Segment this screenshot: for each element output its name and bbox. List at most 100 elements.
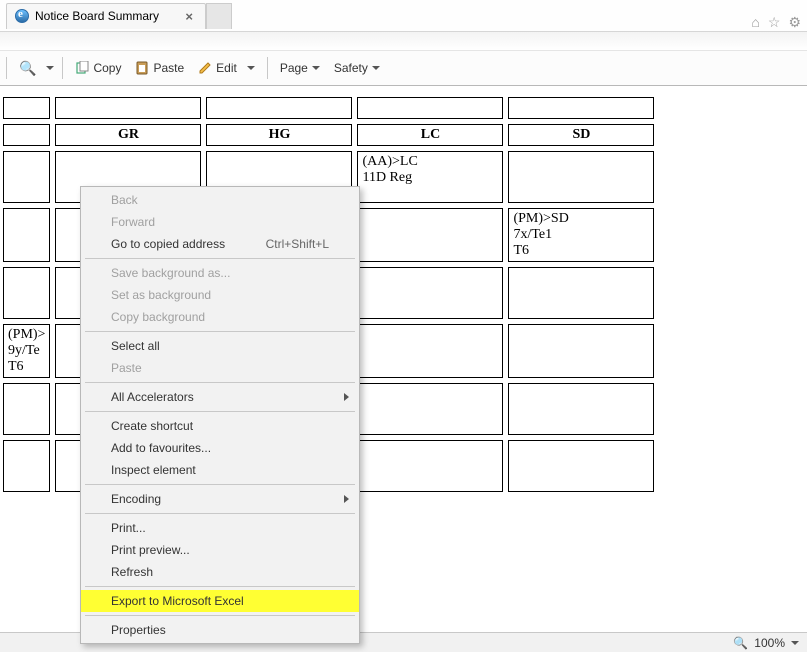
page-dropdown-icon [312,66,320,70]
tab-notice-board-summary[interactable]: Notice Board Summary × [6,3,206,29]
menu-divider [85,258,355,259]
menu-item-all-accelerators[interactable]: All Accelerators [81,386,359,408]
table-cell: (PM)> 9y/Te T6 [3,324,50,378]
menu-item-label: Set as background [111,288,211,302]
col-header-hg: HG [206,124,352,146]
menu-divider [85,411,355,412]
menu-item-inspect-element[interactable]: Inspect element [81,459,359,481]
menu-item-label: Encoding [111,492,161,506]
favorites-icon[interactable]: ☆ [768,14,781,31]
menu-item-label: Export to Microsoft Excel [111,594,244,608]
menu-item-label: Save background as... [111,266,230,280]
safety-dropdown-icon [372,66,380,70]
copy-icon [75,61,89,75]
menu-item-label: Back [111,193,138,207]
paste-icon [135,61,149,75]
table-cell [357,208,503,262]
table-cell [3,267,50,319]
menu-item-label: Inspect element [111,463,196,477]
col-header-gr: GR [55,124,201,146]
menu-item-create-shortcut[interactable]: Create shortcut [81,415,359,437]
paste-label: Paste [153,61,184,75]
menu-item-select-all[interactable]: Select all [81,335,359,357]
table-cell [357,440,503,492]
table-cell [508,383,654,435]
tab-close-button[interactable]: × [181,9,197,24]
new-tab-button[interactable] [206,3,232,29]
zoom-button[interactable]: 🔍 [15,58,40,79]
cell-blank [357,97,503,119]
menu-item-label: Create shortcut [111,419,193,433]
copy-button[interactable]: Copy [71,59,125,77]
menu-item-label: Paste [111,361,142,375]
menu-item-print[interactable]: Print... [81,517,359,539]
edit-dropdown-icon [247,66,255,70]
menu-item-label: Print... [111,521,146,535]
edit-label: Edit [216,61,237,75]
magnifier-icon: 🔍 [733,636,748,650]
table-cell [357,324,503,378]
menu-item-go-to-copied-address[interactable]: Go to copied addressCtrl+Shift+L [81,233,359,255]
table-cell [508,440,654,492]
menu-item-label: Add to favourites... [111,441,211,455]
zoom-dropdown-icon[interactable] [791,641,799,645]
menu-divider [85,513,355,514]
table-cell [357,267,503,319]
table-cell [3,208,50,262]
menu-item-export-to-microsoft-excel[interactable]: Export to Microsoft Excel [81,590,359,612]
cell-blank [508,97,654,119]
menu-item-label: Select all [111,339,160,353]
menu-item-label: Refresh [111,565,153,579]
paste-button[interactable]: Paste [131,59,188,77]
table-cell: (AA)>LC 11D Reg [357,151,503,203]
tabstrip: Notice Board Summary × [0,0,807,32]
safety-label: Safety [334,61,368,75]
ie-icon [15,9,29,23]
zoom-dropdown[interactable] [46,66,54,70]
menu-item-forward: Forward [81,211,359,233]
context-menu: Back Forward Go to copied addressCtrl+Shif… [80,186,360,644]
menu-item-print-preview[interactable]: Print preview... [81,539,359,561]
col-header-lc: LC [357,124,503,146]
table-cell [508,151,654,203]
zoom-level: 100% [754,636,785,650]
table-cell [357,383,503,435]
menu-item-properties[interactable]: Properties [81,619,359,641]
table-cell [3,383,50,435]
menu-item-back: Back [81,189,359,211]
home-icon[interactable]: ⌂ [751,14,759,31]
menu-divider [85,331,355,332]
menu-item-label: Forward [111,215,155,229]
menu-item-copy-background: Copy background [81,306,359,328]
menu-item-refresh[interactable]: Refresh [81,561,359,583]
menu-divider [85,586,355,587]
menu-item-label: Copy background [111,310,205,324]
menu-item-label: All Accelerators [111,390,194,404]
menu-item-label: Properties [111,623,166,637]
table-cell [3,440,50,492]
tools-icon[interactable]: ⚙ [788,14,801,31]
menu-item-set-as-background: Set as background [81,284,359,306]
copy-label: Copy [93,61,121,75]
table-cell [3,151,50,203]
magnifier-icon: 🔍 [19,60,36,77]
command-bar: 🔍 Copy Paste Edit Page Safety [0,50,807,86]
cell-blank [3,97,50,119]
row-header-blank [3,124,50,146]
menu-item-add-to-favourites[interactable]: Add to favourites... [81,437,359,459]
menu-divider [85,615,355,616]
menu-item-encoding[interactable]: Encoding [81,488,359,510]
page-menu[interactable]: Page [276,59,324,77]
table-cell: (PM)>SD 7x/Te1 T6 [508,208,654,262]
edit-button[interactable]: Edit [194,59,259,77]
cell-blank [206,97,352,119]
menu-item-shortcut: Ctrl+Shift+L [266,237,329,251]
safety-menu[interactable]: Safety [330,59,384,77]
menu-divider [85,382,355,383]
table-cell [508,324,654,378]
tab-title: Notice Board Summary [35,9,175,23]
menu-item-label: Print preview... [111,543,190,557]
col-header-sd: SD [508,124,654,146]
menu-divider [85,484,355,485]
cell-blank [55,97,201,119]
